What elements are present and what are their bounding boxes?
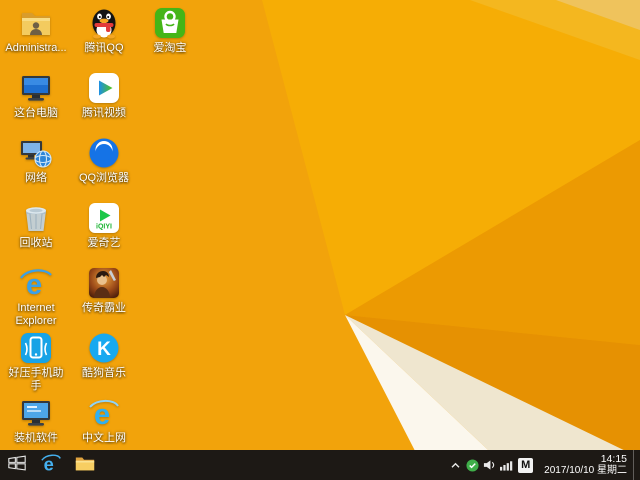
- desktop-icon-game[interactable]: 传奇霸业: [72, 266, 136, 315]
- icon-label: Administra...: [4, 42, 68, 55]
- show-desktop-button[interactable]: [633, 450, 640, 480]
- recycle-bin-icon: [19, 201, 53, 235]
- shopping-bag-icon: [153, 6, 187, 40]
- security-tray-icon[interactable]: [464, 450, 481, 480]
- windows-logo-icon: [7, 455, 27, 476]
- network-tray-icon[interactable]: [498, 450, 515, 480]
- icon-label: 酷狗音乐: [72, 367, 136, 380]
- icon-label: QQ浏览器: [72, 172, 136, 185]
- taskbar: e: [0, 450, 640, 480]
- desktop-icon-qq-browser[interactable]: QQ浏览器: [72, 136, 136, 185]
- desktop-icon-chinese-web[interactable]: e 中文上网: [72, 396, 136, 445]
- speaker-icon: [483, 459, 496, 471]
- kugou-k-icon: K: [87, 331, 121, 365]
- phone-assistant-icon: [19, 331, 53, 365]
- icon-label: 网络: [4, 172, 68, 185]
- internet-explorer-icon: e: [19, 266, 53, 300]
- icon-label: 爱奇艺: [72, 237, 136, 250]
- iqiyi-icon: iQIYI: [87, 201, 121, 235]
- desktop-icon-ie[interactable]: e Internet Explorer: [4, 266, 68, 328]
- taskbar-explorer-button[interactable]: [68, 450, 102, 480]
- icon-label: 传奇霸业: [72, 302, 136, 315]
- internet-explorer-icon: e: [40, 452, 62, 479]
- desktop-icon-iqiyi[interactable]: iQIYI 爱奇艺: [72, 201, 136, 250]
- desktop-icon-software-install[interactable]: 装机软件: [4, 396, 68, 445]
- icon-label: Internet Explorer: [4, 302, 68, 328]
- svg-text:K: K: [97, 339, 111, 360]
- icon-label: 好压手机助手: [4, 367, 68, 393]
- icon-label: 腾讯视频: [72, 107, 136, 120]
- taskbar-clock[interactable]: 14:15 2017/10/10 星期二: [536, 453, 633, 477]
- taskbar-ie-button[interactable]: e: [34, 450, 68, 480]
- desktop-icon-this-pc[interactable]: 这台电脑: [4, 71, 68, 120]
- desktop-icon-tencent-video[interactable]: 腾讯视频: [72, 71, 136, 120]
- folder-icon: [74, 452, 96, 479]
- blue-e-icon: e: [87, 396, 121, 430]
- icon-label: 回收站: [4, 237, 68, 250]
- network-globe-icon: [19, 136, 53, 170]
- hidden-icons-button[interactable]: [447, 450, 464, 480]
- system-tray: M 14:15 2017/10/10 星期二: [447, 450, 640, 480]
- browser-swoosh-icon: [87, 136, 121, 170]
- shield-check-icon: [466, 459, 479, 472]
- desktop-icon-network[interactable]: 网络: [4, 136, 68, 185]
- signal-bars-icon: [500, 459, 513, 471]
- icon-label: 腾讯QQ: [72, 42, 136, 55]
- windows-desktop: Administra... 腾讯QQ: [0, 0, 640, 480]
- user-folder-icon: [19, 6, 53, 40]
- computer-icon: [19, 71, 53, 105]
- ime-indicator[interactable]: M: [518, 458, 533, 473]
- svg-text:e: e: [94, 399, 110, 430]
- icon-label: 爱淘宝: [138, 42, 202, 55]
- desktop-icon-kugou[interactable]: K 酷狗音乐: [72, 331, 136, 380]
- chevron-up-icon: [451, 462, 460, 469]
- icon-label: 装机软件: [4, 432, 68, 445]
- icon-label: 这台电脑: [4, 107, 68, 120]
- desktop-icon-administrator[interactable]: Administra...: [4, 6, 68, 55]
- game-warrior-icon: [87, 266, 121, 300]
- play-button-icon: [87, 71, 121, 105]
- clock-time: 14:15: [544, 453, 627, 465]
- icon-label: 中文上网: [72, 432, 136, 445]
- install-monitor-icon: [19, 396, 53, 430]
- clock-date: 2017/10/10 星期二: [544, 465, 627, 477]
- desktop-icon-aitaobao[interactable]: 爱淘宝: [138, 6, 202, 55]
- qq-penguin-icon: [87, 6, 121, 40]
- svg-text:iQIYI: iQIYI: [96, 224, 112, 231]
- volume-tray-icon[interactable]: [481, 450, 498, 480]
- desktop-icon-phone-assistant[interactable]: 好压手机助手: [4, 331, 68, 393]
- start-button[interactable]: [0, 450, 34, 480]
- desktop-icon-recycle-bin[interactable]: 回收站: [4, 201, 68, 250]
- desktop-icon-qq[interactable]: 腾讯QQ: [72, 6, 136, 55]
- svg-text:e: e: [26, 269, 42, 300]
